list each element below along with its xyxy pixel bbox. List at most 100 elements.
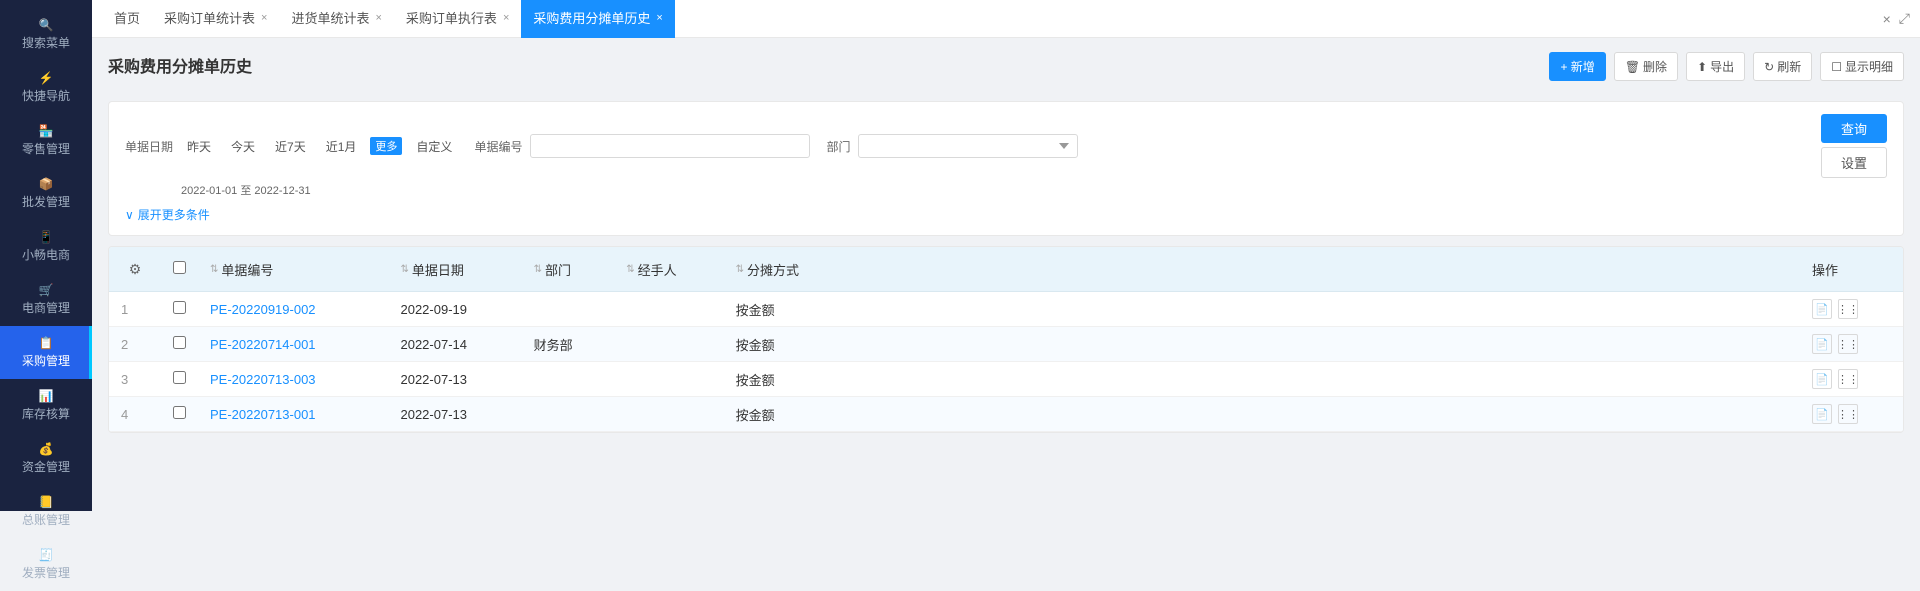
retail-icon: 🏪 xyxy=(4,124,88,138)
row-split-method-cell: 按金额 xyxy=(724,397,1800,432)
tab-purchase-order-exec[interactable]: 采购订单执行表 × xyxy=(394,0,521,38)
sidebar-item-invoice[interactable]: 🧾 发票管理 xyxy=(0,538,92,591)
date-range-value: 2022-01-01 至 2022-12-31 xyxy=(181,185,311,197)
row-checkbox-cell xyxy=(161,292,198,327)
row-action-cell: 📄 ⋮⋮ xyxy=(1800,362,1903,397)
select-all-checkbox[interactable] xyxy=(173,261,186,274)
edit-action-icon[interactable]: 📄 xyxy=(1812,334,1832,354)
sidebar-item-wholesale[interactable]: 📦 批发管理 xyxy=(0,167,92,220)
more-action-icon[interactable]: ⋮⋮ xyxy=(1838,334,1858,354)
edit-action-icon[interactable]: 📄 xyxy=(1812,299,1832,319)
more-action-icon[interactable]: ⋮⋮ xyxy=(1838,404,1858,424)
inventory-icon: 📊 xyxy=(4,389,88,403)
sidebar-item-ecommerce-small[interactable]: 📱 小畅电商 xyxy=(0,220,92,273)
row-gear-cell: 1 xyxy=(109,292,161,327)
export-button[interactable]: ⬆ 导出 xyxy=(1686,52,1745,81)
data-table: ⚙ ⇅ 单据编号 ⇅ xyxy=(109,247,1903,432)
more-action-icon[interactable]: ⋮⋮ xyxy=(1838,299,1858,319)
sidebar-item-inventory[interactable]: 📊 库存核算 xyxy=(0,379,92,432)
date-tag-today[interactable]: 今天 xyxy=(225,136,261,157)
th-handler: ⇅ 经手人 xyxy=(614,247,723,292)
gear-icon[interactable]: ⚙ xyxy=(121,255,149,283)
tab-home[interactable]: 首页 xyxy=(102,0,152,38)
row-sn-cell: PE-20220713-001 xyxy=(198,397,388,432)
close-window-icon[interactable]: × xyxy=(1883,11,1891,27)
row-split-method-cell: 按金额 xyxy=(724,327,1800,362)
finance-icon: 💰 xyxy=(4,442,88,456)
toolbar: + 新增 🗑 删除 ⬆ 导出 ↻ 刷新 ☐ 显示明细 xyxy=(1549,52,1904,81)
table-container: ⚙ ⇅ 单据编号 ⇅ xyxy=(108,246,1904,433)
table-row: 1 PE-20220919-002 2022-09-19 按金额 📄 ⋮⋮ xyxy=(109,292,1903,327)
sidebar-item-finance[interactable]: 💰 资金管理 xyxy=(0,432,92,485)
th-dept: ⇅ 部门 xyxy=(522,247,615,292)
date-tag-yesterday[interactable]: 昨天 xyxy=(181,136,217,157)
row-sn-link[interactable]: PE-20220714-001 xyxy=(210,337,316,352)
tab-close-icon[interactable]: × xyxy=(375,12,381,24)
tab-close-icon[interactable]: × xyxy=(261,12,267,24)
date-tag-more[interactable]: 更多 xyxy=(370,137,402,155)
row-checkbox[interactable] xyxy=(173,301,186,314)
row-action-cell: 📄 ⋮⋮ xyxy=(1800,397,1903,432)
maximize-window-icon[interactable]: ⤢ xyxy=(1899,10,1910,27)
row-action-cell: 📄 ⋮⋮ xyxy=(1800,292,1903,327)
row-checkbox[interactable] xyxy=(173,336,186,349)
edit-action-icon[interactable]: 📄 xyxy=(1812,404,1832,424)
sidebar-item-retail[interactable]: 🏪 零售管理 xyxy=(0,114,92,167)
search-panel: 单据日期 昨天 今天 近7天 近1月 更多 自定义 单据编号 部门 xyxy=(108,101,1904,236)
refresh-button[interactable]: ↻ 刷新 xyxy=(1753,52,1812,81)
delete-button[interactable]: 🗑 删除 xyxy=(1614,52,1678,81)
setting-button[interactable]: 设置 xyxy=(1821,147,1887,178)
sidebar-item-search[interactable]: 🔍 搜索菜单 xyxy=(0,8,92,61)
sidebar-item-general-ledger[interactable]: 📒 总账管理 xyxy=(0,485,92,538)
th-sn: ⇅ 单据编号 xyxy=(198,247,388,292)
th-gear: ⚙ xyxy=(109,247,161,292)
row-checkbox[interactable] xyxy=(173,406,186,419)
dept-select[interactable] xyxy=(858,134,1078,158)
show-cols-button[interactable]: ☐ 显示明细 xyxy=(1820,52,1904,81)
tab-label: 采购费用分摊单历史 xyxy=(533,8,650,27)
expand-button[interactable]: ∨ 展开更多条件 xyxy=(125,206,1887,223)
row-number: 1 xyxy=(121,302,128,317)
tab-close-icon[interactable]: × xyxy=(503,12,509,24)
row-checkbox[interactable] xyxy=(173,371,186,384)
row-sn-link[interactable]: PE-20220713-001 xyxy=(210,407,316,422)
th-split-method: ⇅ 分摊方式 xyxy=(724,247,1800,292)
tab-home-label: 首页 xyxy=(114,8,140,27)
purchase-icon: 📋 xyxy=(4,336,88,350)
tab-close-icon[interactable]: × xyxy=(656,12,662,24)
row-handler-cell xyxy=(614,327,723,362)
query-button[interactable]: 查询 xyxy=(1821,114,1887,143)
th-handler-sort-icon: ⇅ xyxy=(626,264,634,275)
date-tag-7days[interactable]: 近7天 xyxy=(269,136,312,157)
date-label: 单据日期 xyxy=(125,138,173,155)
tab-purchase-fee-split[interactable]: 采购费用分摊单历史 × xyxy=(521,0,674,38)
add-button[interactable]: + 新增 xyxy=(1549,52,1605,81)
sidebar-item-purchase[interactable]: 📋 采购管理 xyxy=(0,326,92,379)
sidebar-item-label: 总账管理 xyxy=(4,511,88,528)
date-tag-1month[interactable]: 近1月 xyxy=(320,136,363,157)
row-sn-link[interactable]: PE-20220919-002 xyxy=(210,302,316,317)
sn-input[interactable] xyxy=(530,134,810,158)
sidebar-item-label: 库存核算 xyxy=(4,405,88,422)
dept-field: 部门 xyxy=(826,134,1078,158)
th-dept-sort-icon: ⇅ xyxy=(534,264,542,275)
more-action-icon[interactable]: ⋮⋮ xyxy=(1838,369,1858,389)
edit-action-icon[interactable]: 📄 xyxy=(1812,369,1832,389)
sidebar-item-ecommerce[interactable]: 🛒 电商管理 xyxy=(0,273,92,326)
th-date: ⇅ 单据日期 xyxy=(388,247,521,292)
table-row: 4 PE-20220713-001 2022-07-13 按金额 📄 ⋮⋮ xyxy=(109,397,1903,432)
page-title: 采购费用分摊单历史 xyxy=(108,53,252,77)
row-date-cell: 2022-07-13 xyxy=(388,362,521,397)
sidebar-item-quicknav[interactable]: ⚡ 快捷导航 xyxy=(0,61,92,114)
th-action: 操作 xyxy=(1800,247,1903,292)
tab-label: 采购订单统计表 xyxy=(164,8,255,27)
row-sn-link[interactable]: PE-20220713-003 xyxy=(210,372,316,387)
tab-purchase-order-stats[interactable]: 采购订单统计表 × xyxy=(152,0,279,38)
date-tag-custom[interactable]: 自定义 xyxy=(410,136,458,157)
quicknav-icon: ⚡ xyxy=(4,71,88,85)
tab-purchase-goods-stats[interactable]: 进货单统计表 × xyxy=(279,0,393,38)
row-checkbox-cell xyxy=(161,327,198,362)
ecommerce-small-icon: 📱 xyxy=(4,230,88,244)
row-dept-cell xyxy=(522,397,615,432)
dept-label: 部门 xyxy=(826,138,850,155)
